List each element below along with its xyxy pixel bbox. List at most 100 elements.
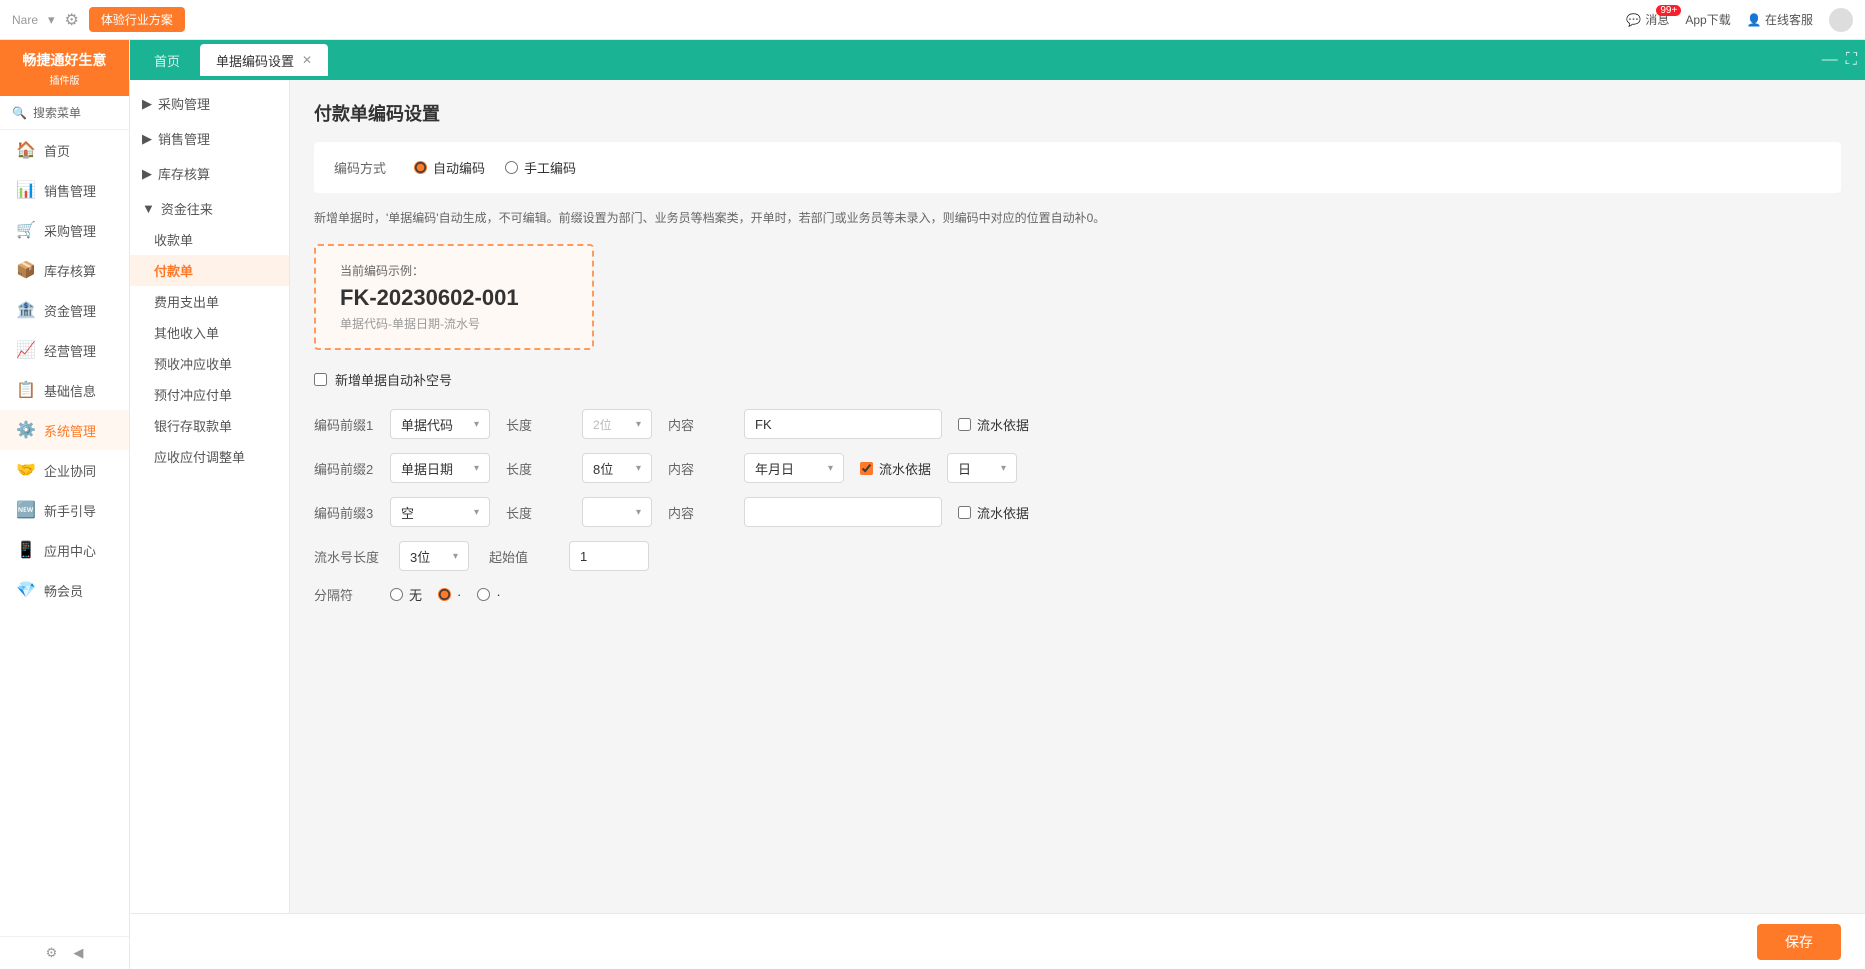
sidebar-item-basic[interactable]: 📋 基础信息 <box>0 370 129 410</box>
basic-icon: 📋 <box>16 380 36 400</box>
sidebar-item-sales[interactable]: 📊 销售管理 <box>0 170 129 210</box>
sidebar-item-home[interactable]: 🏠 首页 <box>0 130 129 170</box>
separator-label: 分隔符 <box>314 585 374 604</box>
sub-menu-group-capital: ▼ 资金往来 收款单 付款单 费用支出单 其他收入单 预收冲应收单 预付冲应付单… <box>130 193 289 472</box>
prefix2-length-label: 长度 <box>506 459 566 478</box>
sidebar-item-inventory[interactable]: 📦 库存核算 <box>0 250 129 290</box>
experience-button[interactable]: 体验行业方案 <box>89 7 185 32</box>
sep-dash-radio[interactable] <box>477 588 490 601</box>
prefix3-length-select[interactable]: ▾ <box>582 497 652 527</box>
sidebar-nav: 🏠 首页 📊 销售管理 🛒 采购管理 📦 库存核算 🏦 资金管理 📈 经 <box>0 130 129 936</box>
messages-button[interactable]: 💬 消息 99+ <box>1626 11 1669 28</box>
prefix1-length-label: 长度 <box>506 415 566 434</box>
sub-menu-bank-deposit[interactable]: 银行存取款单 <box>130 410 289 441</box>
sidebar-item-finance[interactable]: 🏦 资金管理 <box>0 290 129 330</box>
sub-menu-expense[interactable]: 费用支出单 <box>130 286 289 317</box>
prefix1-content-input[interactable] <box>744 409 942 439</box>
prefix3-content-input[interactable] <box>744 497 942 527</box>
sep-none[interactable]: 无 <box>390 585 422 604</box>
sub-menu-payment[interactable]: 付款单 <box>130 255 289 286</box>
prefix1-row: 编码前缀1 单据代码 ▾ 长度 2位 ▾ 内容 流水依据 <box>314 409 1841 439</box>
sidebar-label-finance: 资金管理 <box>44 301 96 320</box>
preview-label: 当前编码示例： <box>340 262 568 279</box>
sidebar-item-purchase[interactable]: 🛒 采购管理 <box>0 210 129 250</box>
start-value-input[interactable] <box>569 541 649 571</box>
manual-encoding-radio[interactable] <box>505 161 518 174</box>
prefix3-serial-checkbox[interactable] <box>958 506 971 519</box>
auto-encoding-option[interactable]: 自动编码 <box>414 158 485 177</box>
sub-menu-sales-title[interactable]: ▶ 销售管理 <box>130 123 289 154</box>
app-download-link[interactable]: App下载 <box>1685 11 1730 28</box>
inventory-icon: 📦 <box>16 260 36 280</box>
serial-length-row: 流水号长度 3位 ▾ 起始值 <box>314 541 1841 571</box>
sub-menu-other-income[interactable]: 其他收入单 <box>130 317 289 348</box>
sidebar-label-apps: 应用中心 <box>44 541 96 560</box>
tab-minimize-icon[interactable]: — <box>1822 51 1838 69</box>
save-button[interactable]: 保存 <box>1757 924 1841 960</box>
prefix1-length-select[interactable]: 2位 ▾ <box>582 409 652 439</box>
prefix2-serial-checkbox[interactable] <box>860 462 873 475</box>
serial-length-select[interactable]: 3位 ▾ <box>399 541 469 571</box>
prefix2-content-select[interactable]: 年月日 ▾ <box>744 453 844 483</box>
online-service-link[interactable]: 👤 在线客服 <box>1747 11 1813 28</box>
sidebar-item-system[interactable]: ⚙️ 系统管理 <box>0 410 129 450</box>
gear-icon[interactable]: ⚙ <box>65 10 79 30</box>
tab-maximize-icon[interactable]: ⛶ <box>1846 51 1857 69</box>
auto-encoding-radio[interactable] <box>414 161 427 174</box>
chevron-down-icon: ▾ <box>453 551 458 562</box>
prefix2-select[interactable]: 单据日期 ▾ <box>390 453 490 483</box>
chevron-down-icon: ▾ <box>636 463 641 474</box>
settings-bottom-icon[interactable]: ⚙ <box>46 945 58 961</box>
prefix1-select[interactable]: 单据代码 ▾ <box>390 409 490 439</box>
user-avatar[interactable] <box>1829 8 1853 32</box>
sub-menu-pre-payable[interactable]: 预付冲应付单 <box>130 379 289 410</box>
top-header: Nare ▾ ⚙ 体验行业方案 💬 消息 99+ App下载 👤 在线客服 <box>0 0 1865 40</box>
content-main: 畅捷通好生意 插件版 🔍 搜索菜单 🏠 首页 📊 销售管理 🛒 采购管理 📦 库… <box>0 40 1865 969</box>
sidebar-item-apps[interactable]: 📱 应用中心 <box>0 530 129 570</box>
manual-encoding-option[interactable]: 手工编码 <box>505 158 576 177</box>
prefix2-row: 编码前缀2 单据日期 ▾ 长度 8位 ▾ 内容 年月日 ▾ <box>314 453 1841 483</box>
sub-menu-pre-receivable[interactable]: 预收冲应收单 <box>130 348 289 379</box>
guide-icon: 🆕 <box>16 500 36 520</box>
sidebar-label-inventory: 库存核算 <box>44 261 96 280</box>
sidebar-label-basic: 基础信息 <box>44 381 96 400</box>
prefix3-length-label: 长度 <box>506 503 566 522</box>
purchase-icon: 🛒 <box>16 220 36 240</box>
sidebar-logo: 畅捷通好生意 插件版 <box>0 40 129 96</box>
sidebar-item-operations[interactable]: 📈 经营管理 <box>0 330 129 370</box>
sidebar: 畅捷通好生意 插件版 🔍 搜索菜单 🏠 首页 📊 销售管理 🛒 采购管理 📦 库… <box>0 40 130 969</box>
prefix1-serial-checkbox[interactable] <box>958 418 971 431</box>
auto-fill-checkbox[interactable] <box>314 373 327 386</box>
auto-fill-label: 新增单据自动补空号 <box>335 370 452 389</box>
prefix2-unit-select[interactable]: 日 ▾ <box>947 453 1017 483</box>
sub-menu-purchase-title[interactable]: ▶ 采购管理 <box>130 88 289 119</box>
sub-menu-inventory-title[interactable]: ▶ 库存核算 <box>130 158 289 189</box>
sidebar-search[interactable]: 🔍 搜索菜单 <box>0 96 129 130</box>
prefix2-length-select[interactable]: 8位 ▾ <box>582 453 652 483</box>
prefix3-label: 编码前缀3 <box>314 503 374 522</box>
sub-menu-receipt[interactable]: 收款单 <box>130 224 289 255</box>
sep-dot[interactable]: · <box>438 587 461 602</box>
collapse-icon[interactable]: ◀ <box>73 945 83 961</box>
encoding-method-group: 编码方式 自动编码 手工编码 <box>334 158 1821 177</box>
prefix3-select[interactable]: 空 ▾ <box>390 497 490 527</box>
tab-serial-setting[interactable]: 单据编码设置 ✕ <box>200 44 328 76</box>
tab-close-icon[interactable]: ✕ <box>302 53 312 67</box>
tab-home[interactable]: 首页 <box>138 44 196 76</box>
chevron-down-icon: ▾ <box>1001 463 1006 474</box>
sep-none-radio[interactable] <box>390 588 403 601</box>
sidebar-item-cooperation[interactable]: 🤝 企业协同 <box>0 450 129 490</box>
sidebar-item-member[interactable]: 💎 畅会员 <box>0 570 129 610</box>
sub-menu-capital-title[interactable]: ▼ 资金往来 <box>130 193 289 224</box>
nav-arrows[interactable]: ▾ <box>48 12 55 28</box>
sep-dot-radio[interactable] <box>438 588 451 601</box>
sidebar-item-guide[interactable]: 🆕 新手引导 <box>0 490 129 530</box>
sales-icon: 📊 <box>16 180 36 200</box>
prefix2-serial-checkbox-label[interactable]: 流水依据 <box>860 459 931 478</box>
sidebar-label-guide: 新手引导 <box>44 501 96 520</box>
prefix1-serial-checkbox-label[interactable]: 流水依据 <box>958 415 1029 434</box>
sep-dash[interactable]: · <box>477 587 500 602</box>
prefix3-serial-checkbox-label[interactable]: 流水依据 <box>958 503 1029 522</box>
sub-menu-receivable-adjust[interactable]: 应收应付调整单 <box>130 441 289 472</box>
tab-bar: 首页 单据编码设置 ✕ — ⛶ <box>130 40 1865 80</box>
